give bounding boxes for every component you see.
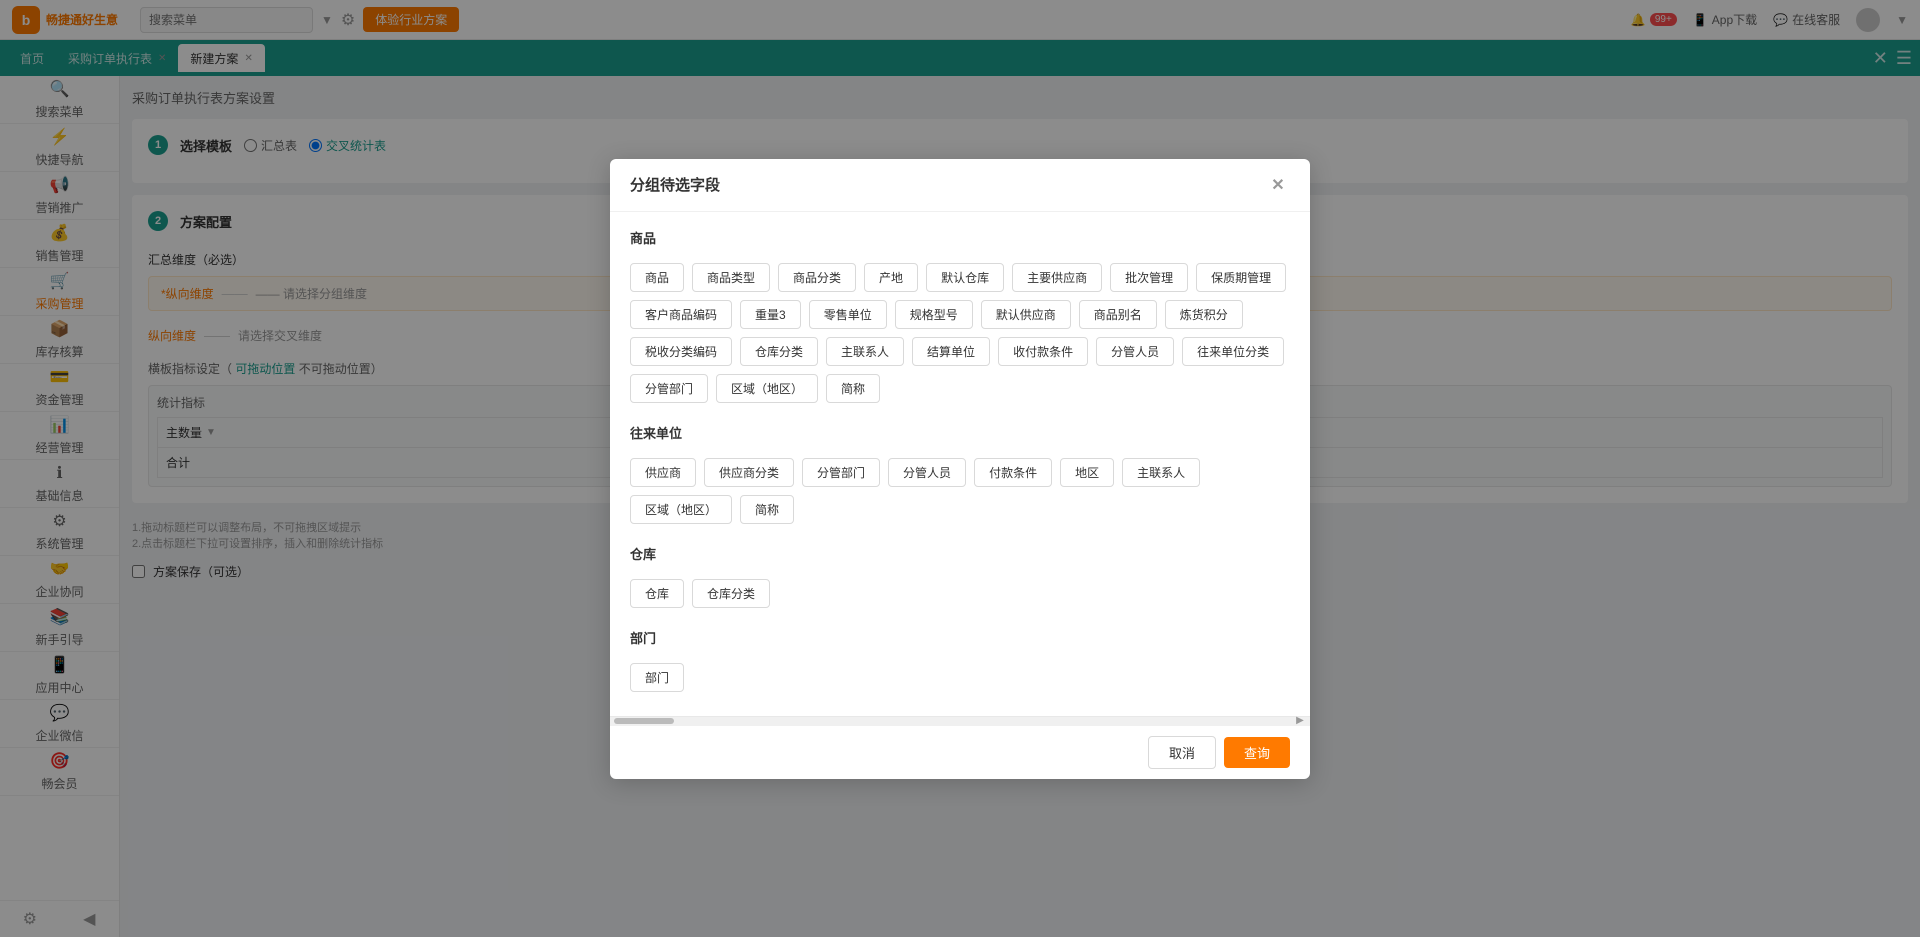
cancel-button[interactable]: 取消 [1148,736,1216,769]
chip-warehouse-cat[interactable]: 仓库分类 [692,579,770,608]
chip-spec-model[interactable]: 规格型号 [895,300,973,329]
goods-chips: 商品 商品类型 商品分类 产地 默认仓库 主要供应商 批次管理 保质期管理 客户… [630,263,1290,403]
warehouse-chips: 仓库 仓库分类 [630,579,1290,608]
chip-abbr-counterpart[interactable]: 简称 [740,495,794,524]
chip-customer-code[interactable]: 客户商品编码 [630,300,732,329]
chip-tax-code[interactable]: 税收分类编码 [630,337,732,366]
chip-warehouse[interactable]: 仓库 [630,579,684,608]
chip-refine-points[interactable]: 炼货积分 [1165,300,1243,329]
chip-default-supplier[interactable]: 默认供应商 [981,300,1071,329]
chip-expiry-mgmt[interactable]: 保质期管理 [1196,263,1286,292]
chip-area-counterpart[interactable]: 区域（地区） [630,495,732,524]
chip-supplier[interactable]: 供应商 [630,458,696,487]
chip-default-warehouse[interactable]: 默认仓库 [926,263,1004,292]
chip-payment-cond[interactable]: 付款条件 [974,458,1052,487]
chip-payment-terms[interactable]: 收付款条件 [998,337,1088,366]
chip-origin[interactable]: 产地 [864,263,918,292]
chip-person-counterpart[interactable]: 分管人员 [888,458,966,487]
chip-charge-person[interactable]: 分管人员 [1096,337,1174,366]
chip-settlement-unit[interactable]: 结算单位 [912,337,990,366]
modal-title: 分组待选字段 [630,174,720,195]
modal-overlay: 分组待选字段 ✕ 商品 商品 商品类型 商品分类 产地 默认仓库 主要供应商 批… [0,0,1920,937]
close-icon: ✕ [1271,175,1284,195]
hscroll-thumb [614,718,674,724]
modal-hscroll[interactable]: ▶ [610,716,1310,724]
section-dept-title: 部门 [630,628,1290,653]
chip-abbr-goods[interactable]: 简称 [826,374,880,403]
confirm-button[interactable]: 查询 [1224,737,1290,768]
section-warehouse: 仓库 仓库 仓库分类 [630,544,1290,608]
dept-chips: 部门 [630,663,1290,692]
chip-dept[interactable]: 部门 [630,663,684,692]
chip-region-goods[interactable]: 区域（地区） [716,374,818,403]
chip-warehouse-category[interactable]: 仓库分类 [740,337,818,366]
chip-retail-unit[interactable]: 零售单位 [809,300,887,329]
chip-weight[interactable]: 重量3 [740,300,801,329]
section-warehouse-title: 仓库 [630,544,1290,569]
section-dept: 部门 部门 [630,628,1290,692]
chip-goods-type[interactable]: 商品类型 [692,263,770,292]
section-goods: 商品 商品 商品类型 商品分类 产地 默认仓库 主要供应商 批次管理 保质期管理… [630,228,1290,403]
chip-counterpart-category[interactable]: 往来单位分类 [1182,337,1284,366]
chip-supplier-category[interactable]: 供应商分类 [704,458,794,487]
chip-main-supplier[interactable]: 主要供应商 [1012,263,1102,292]
modal-footer: 取消 查询 [610,725,1310,779]
chip-dept-goods[interactable]: 分管部门 [630,374,708,403]
section-goods-title: 商品 [630,228,1290,253]
chip-goods-alias[interactable]: 商品别名 [1079,300,1157,329]
counterpart-chips: 供应商 供应商分类 分管部门 分管人员 付款条件 地区 主联系人 区域（地区） … [630,458,1290,524]
chip-goods[interactable]: 商品 [630,263,684,292]
modal-header: 分组待选字段 ✕ [610,159,1310,212]
section-counterpart: 往来单位 供应商 供应商分类 分管部门 分管人员 付款条件 地区 主联系人 区域… [630,423,1290,524]
chip-goods-category[interactable]: 商品分类 [778,263,856,292]
chip-main-contact-counterpart[interactable]: 主联系人 [1122,458,1200,487]
modal-close-btn[interactable]: ✕ [1266,173,1290,197]
chip-region-counterpart[interactable]: 地区 [1060,458,1114,487]
modal-body[interactable]: 商品 商品 商品类型 商品分类 产地 默认仓库 主要供应商 批次管理 保质期管理… [610,212,1310,717]
modal: 分组待选字段 ✕ 商品 商品 商品类型 商品分类 产地 默认仓库 主要供应商 批… [610,159,1310,779]
hscroll-right-arrow[interactable]: ▶ [1294,715,1306,727]
chip-batch-mgmt[interactable]: 批次管理 [1110,263,1188,292]
chip-main-contact[interactable]: 主联系人 [826,337,904,366]
section-counterpart-title: 往来单位 [630,423,1290,448]
chip-dept-counterpart[interactable]: 分管部门 [802,458,880,487]
